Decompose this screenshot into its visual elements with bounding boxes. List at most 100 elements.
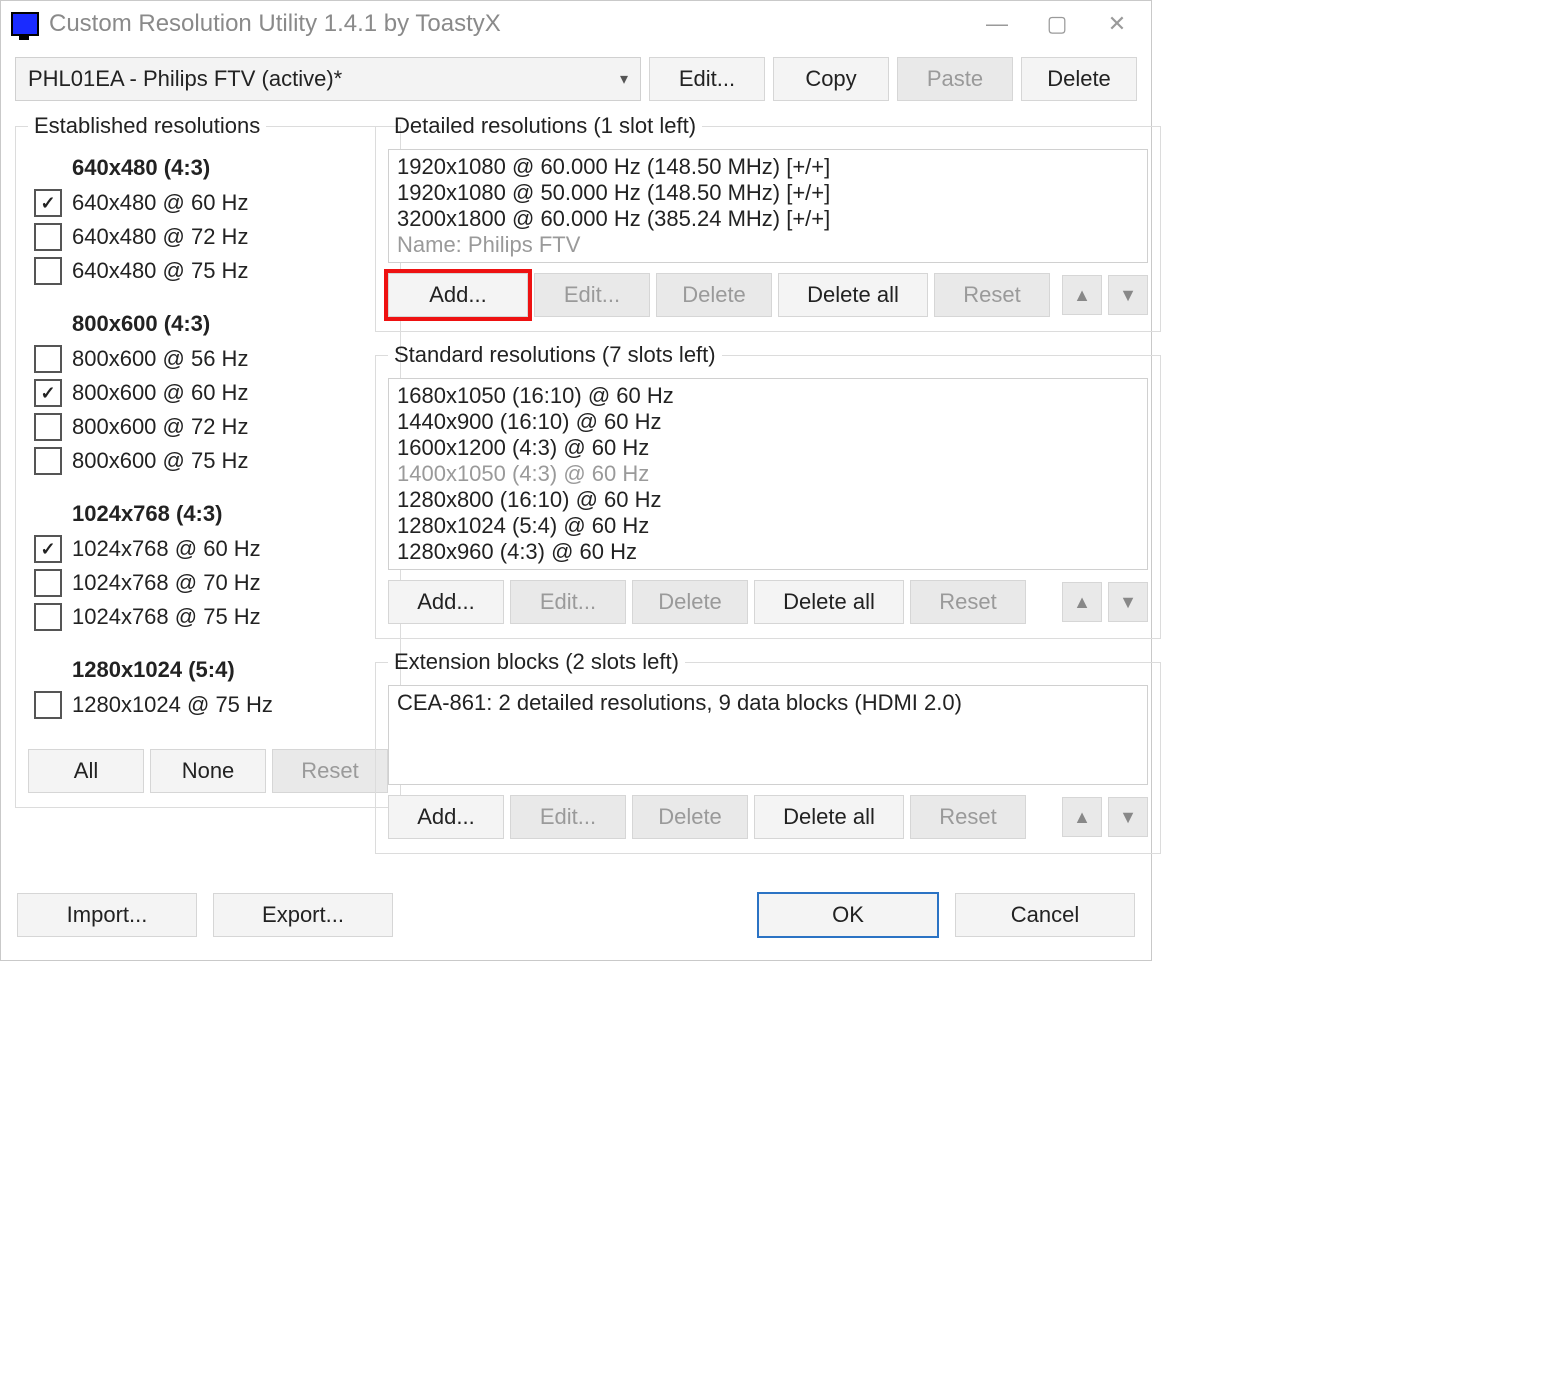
established-item[interactable]: 1024x768 @ 60 Hz [34,535,388,563]
list-item[interactable]: 1280x960 (4:3) @ 60 Hz [397,539,1139,565]
checkbox[interactable] [34,569,62,597]
list-item[interactable]: 1680x1050 (16:10) @ 60 Hz [397,383,1139,409]
reset-standard-button[interactable]: Reset [910,580,1026,624]
delete-detailed-button[interactable]: Delete [656,273,772,317]
established-item[interactable]: 640x480 @ 60 Hz [34,189,388,217]
export-button[interactable]: Export... [213,893,393,937]
established-legend: Established resolutions [28,113,266,139]
edit-detailed-button[interactable]: Edit... [534,273,650,317]
delete-extension-button[interactable]: Delete [632,795,748,839]
move-up-extension-button[interactable]: ▲ [1062,797,1102,837]
established-item[interactable]: 800x600 @ 60 Hz [34,379,388,407]
titlebar: Custom Resolution Utility 1.4.1 by Toast… [1,1,1151,47]
all-button[interactable]: All [28,749,144,793]
ok-button[interactable]: OK [757,892,939,938]
standard-list[interactable]: 1680x1050 (16:10) @ 60 Hz1440x900 (16:10… [388,378,1148,570]
checkbox[interactable] [34,257,62,285]
established-item-label: 800x600 @ 60 Hz [72,380,248,406]
edit-standard-button[interactable]: Edit... [510,580,626,624]
extension-legend: Extension blocks (2 slots left) [388,649,685,675]
checkbox[interactable] [34,603,62,631]
established-item[interactable]: 640x480 @ 72 Hz [34,223,388,251]
cancel-button[interactable]: Cancel [955,893,1135,937]
copy-button[interactable]: Copy [773,57,889,101]
delete-standard-button[interactable]: Delete [632,580,748,624]
list-item[interactable]: 3200x1800 @ 60.000 Hz (385.24 MHz) [+/+] [397,206,1139,232]
body-grid: Established resolutions 640x480 (4:3) 640… [1,107,1151,876]
edit-display-button[interactable]: Edit... [649,57,765,101]
minimize-button[interactable]: — [967,11,1027,37]
display-dropdown[interactable]: PHL01EA - Philips FTV (active)* ▾ [15,57,641,101]
established-item-label: 1024x768 @ 60 Hz [72,536,261,562]
detailed-legend: Detailed resolutions (1 slot left) [388,113,702,139]
established-item-label: 800x600 @ 75 Hz [72,448,248,474]
list-item[interactable]: 1280x800 (16:10) @ 60 Hz [397,487,1139,513]
list-item[interactable]: 1920x1080 @ 50.000 Hz (148.50 MHz) [+/+] [397,180,1139,206]
list-item[interactable]: CEA-861: 2 detailed resolutions, 9 data … [397,690,1139,716]
none-button[interactable]: None [150,749,266,793]
checkbox[interactable] [34,379,62,407]
established-item-label: 640x480 @ 72 Hz [72,224,248,250]
add-standard-button[interactable]: Add... [388,580,504,624]
established-item[interactable]: 1024x768 @ 75 Hz [34,603,388,631]
checkbox[interactable] [34,447,62,475]
chevron-down-icon: ▾ [620,69,628,89]
established-item[interactable]: 800x600 @ 56 Hz [34,345,388,373]
reset-established-button[interactable]: Reset [272,749,388,793]
list-item[interactable]: 1920x1080 @ 60.000 Hz (148.50 MHz) [+/+] [397,154,1139,180]
established-group-head: 800x600 (4:3) [72,311,388,337]
checkbox[interactable] [34,345,62,373]
established-item[interactable]: 1280x1024 @ 75 Hz [34,691,388,719]
checkbox[interactable] [34,413,62,441]
established-item[interactable]: 1024x768 @ 70 Hz [34,569,388,597]
established-group-head: 640x480 (4:3) [72,155,388,181]
move-up-standard-button[interactable]: ▲ [1062,582,1102,622]
detailed-list[interactable]: 1920x1080 @ 60.000 Hz (148.50 MHz) [+/+]… [388,149,1148,263]
move-down-detailed-button[interactable]: ▼ [1108,275,1148,315]
move-up-detailed-button[interactable]: ▲ [1062,275,1102,315]
detailed-buttons: Add... Edit... Delete Delete all Reset ▲… [388,273,1148,317]
detailed-fieldset: Detailed resolutions (1 slot left) 1920x… [375,113,1161,332]
established-item[interactable]: 800x600 @ 75 Hz [34,447,388,475]
established-item-label: 640x480 @ 60 Hz [72,190,248,216]
delete-all-standard-button[interactable]: Delete all [754,580,904,624]
established-item-label: 1024x768 @ 75 Hz [72,604,261,630]
extension-list[interactable]: CEA-861: 2 detailed resolutions, 9 data … [388,685,1148,785]
list-item[interactable]: 1440x900 (16:10) @ 60 Hz [397,409,1139,435]
reset-extension-button[interactable]: Reset [910,795,1026,839]
delete-display-button[interactable]: Delete [1021,57,1137,101]
established-item[interactable]: 800x600 @ 72 Hz [34,413,388,441]
established-buttons: All None Reset [28,749,388,793]
list-item[interactable]: Name: Philips FTV [397,232,1139,258]
edit-extension-button[interactable]: Edit... [510,795,626,839]
established-item-label: 640x480 @ 75 Hz [72,258,248,284]
move-down-standard-button[interactable]: ▼ [1108,582,1148,622]
delete-all-extension-button[interactable]: Delete all [754,795,904,839]
add-extension-button[interactable]: Add... [388,795,504,839]
delete-all-detailed-button[interactable]: Delete all [778,273,928,317]
checkbox[interactable] [34,223,62,251]
established-group-head: 1280x1024 (5:4) [72,657,388,683]
app-window: Custom Resolution Utility 1.4.1 by Toast… [0,0,1152,961]
standard-fieldset: Standard resolutions (7 slots left) 1680… [375,342,1161,639]
checkbox[interactable] [34,691,62,719]
close-button[interactable]: ✕ [1087,11,1147,37]
import-button[interactable]: Import... [17,893,197,937]
standard-legend: Standard resolutions (7 slots left) [388,342,722,368]
checkbox[interactable] [34,535,62,563]
move-down-extension-button[interactable]: ▼ [1108,797,1148,837]
established-item[interactable]: 640x480 @ 75 Hz [34,257,388,285]
list-item[interactable]: 1400x1050 (4:3) @ 60 Hz [397,461,1139,487]
list-item[interactable]: 1600x1200 (4:3) @ 60 Hz [397,435,1139,461]
checkbox[interactable] [34,189,62,217]
maximize-button[interactable]: ▢ [1027,11,1087,37]
established-group-head: 1024x768 (4:3) [72,501,388,527]
left-column: Established resolutions 640x480 (4:3)640… [15,107,365,864]
reset-detailed-button[interactable]: Reset [934,273,1050,317]
toolbar: PHL01EA - Philips FTV (active)* ▾ Edit..… [1,47,1151,107]
established-fieldset: Established resolutions 640x480 (4:3) 640… [15,113,401,808]
add-detailed-button[interactable]: Add... [388,273,528,317]
list-item[interactable]: 1280x1024 (5:4) @ 60 Hz [397,513,1139,539]
paste-button[interactable]: Paste [897,57,1013,101]
window-title: Custom Resolution Utility 1.4.1 by Toast… [49,10,967,38]
